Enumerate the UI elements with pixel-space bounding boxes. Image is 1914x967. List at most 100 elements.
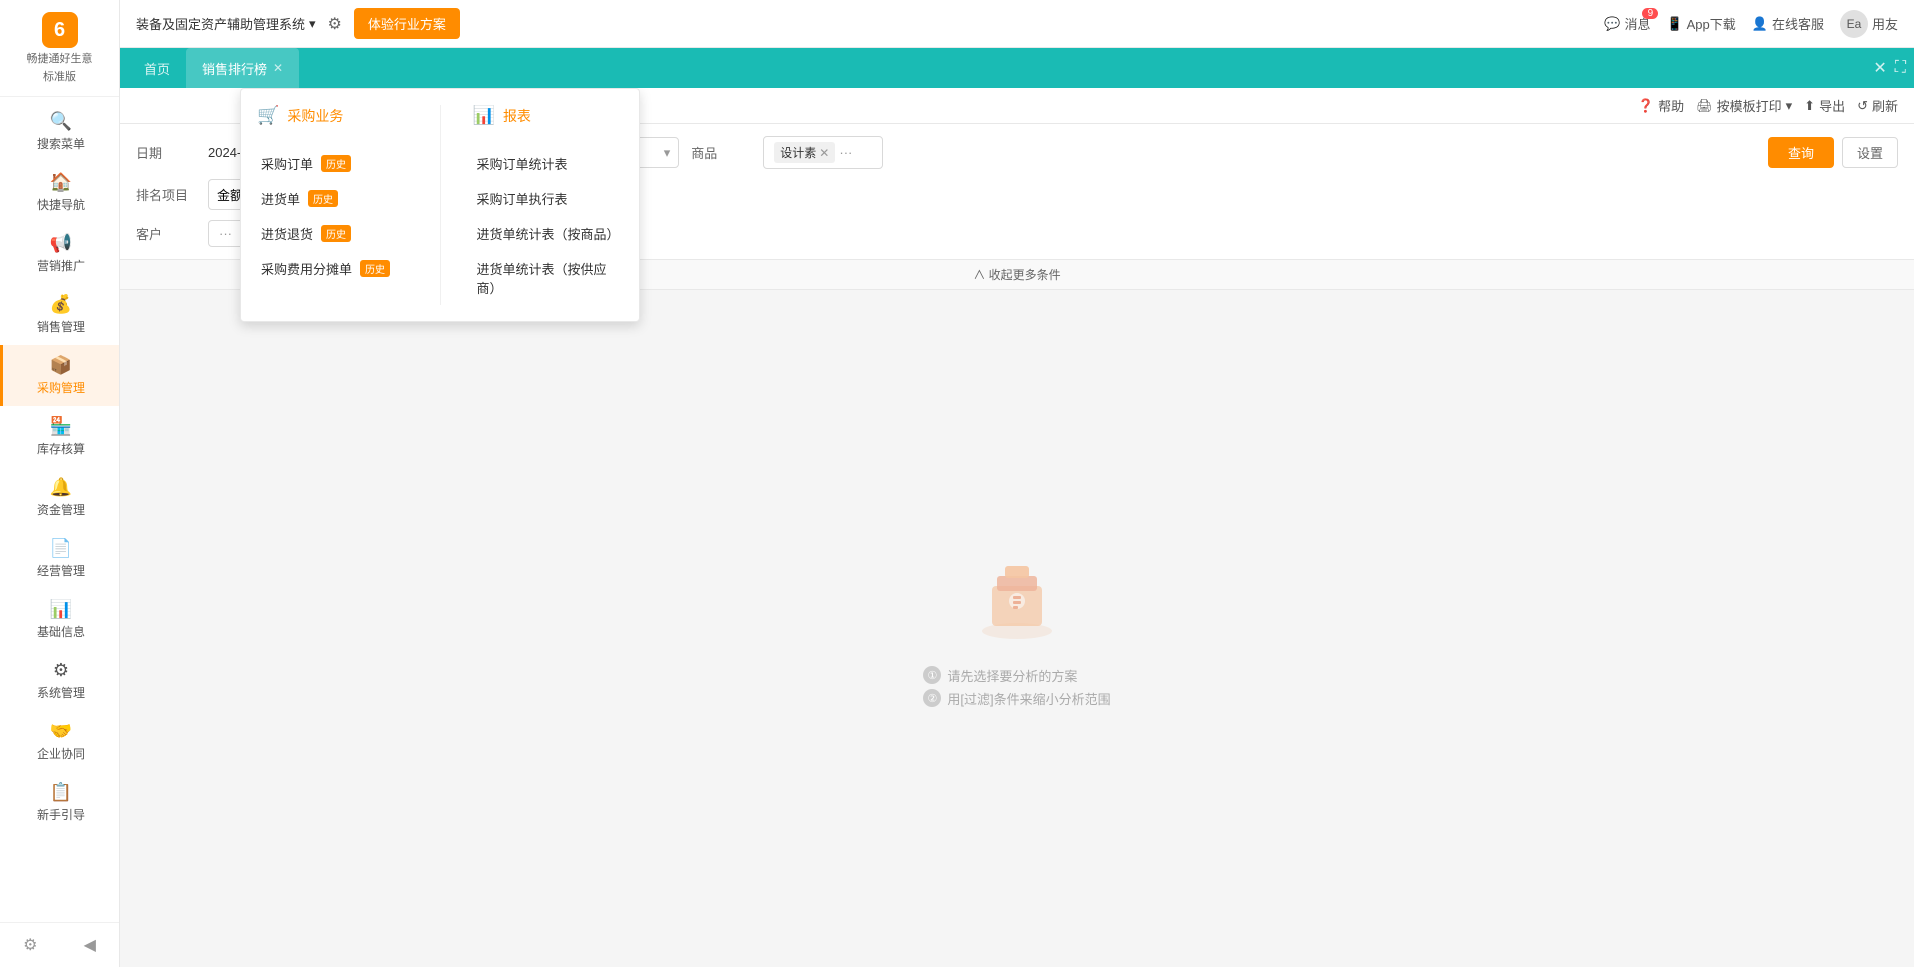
tab-close-icon[interactable]: ✕ xyxy=(273,61,283,75)
date-filter-label: 日期 xyxy=(136,143,196,162)
gear-icon: ⚙ xyxy=(53,660,69,681)
purchase-section-label: 采购业务 xyxy=(287,106,343,126)
menu-item-return[interactable]: 进货退货 历史 xyxy=(257,216,408,251)
sidebar-item-guide[interactable]: 📋 新手引导 xyxy=(0,772,119,833)
purchase-order-label: 采购订单 xyxy=(261,154,313,173)
menu-item-inbound-stat-supplier[interactable]: 进货单统计表（按供应商） xyxy=(473,251,624,305)
customer-label: 客户 xyxy=(136,224,196,243)
clipboard-icon: 📋 xyxy=(50,782,72,803)
tab-bar-right: ✕ ⛶ xyxy=(1873,58,1906,78)
refresh-label: 刷新 xyxy=(1872,96,1898,115)
top-header: 装备及固定资产辅助管理系统 ▾ ⚙ 体验行业方案 💬 消息 9 📱 App下载 … xyxy=(120,0,1914,48)
export-btn[interactable]: ⬆ 导出 xyxy=(1804,96,1845,115)
goods-input[interactable]: 设计素 ✕ ··· xyxy=(763,136,883,169)
sidebar-item-label: 经营管理 xyxy=(37,562,85,579)
sidebar-item-finance[interactable]: 🔔 资金管理 xyxy=(0,467,119,528)
sidebar-item-marketing[interactable]: 📢 营销推广 xyxy=(0,223,119,284)
filter-actions: 查询 设置 xyxy=(1768,137,1898,168)
sidebar-item-label: 新手引导 xyxy=(37,806,85,823)
footer-settings-icon[interactable]: ⚙ xyxy=(23,935,37,955)
logo-icon: 6 xyxy=(42,12,78,48)
message-btn[interactable]: 💬 消息 9 xyxy=(1604,14,1650,33)
tab-bar: 首页 销售排行榜 ✕ ✕ ⛶ xyxy=(120,48,1914,88)
app-download-btn[interactable]: 📱 App下载 xyxy=(1666,14,1735,33)
store-icon: 🏪 xyxy=(50,416,72,437)
print-btn[interactable]: 🖨 按模板打印 ▾ xyxy=(1696,96,1792,115)
empty-tips: ① 请先选择要分析的方案 ② 用[过滤]条件来缩小分析范围 xyxy=(923,662,1110,712)
inbound-stat-goods-label: 进货单统计表（按商品） xyxy=(477,224,620,243)
goods-label: 商品 xyxy=(691,143,751,162)
mobile-icon: 📱 xyxy=(1666,16,1682,32)
collapse-up-icon: ∧ xyxy=(973,268,985,282)
collapse-label: 收起更多条件 xyxy=(989,268,1061,282)
goods-tag-close-icon[interactable]: ✕ xyxy=(819,146,829,160)
menu-item-expense[interactable]: 采购费用分摊单 历史 xyxy=(257,251,408,286)
user-btn[interactable]: Ea 用友 xyxy=(1840,10,1898,38)
tip-text-1: 请先选择要分析的方案 xyxy=(947,666,1077,685)
industry-btn[interactable]: 体验行业方案 xyxy=(354,8,460,39)
sidebar-nav: 🔍 搜索菜单 🏠 快捷导航 📢 营销推广 💰 销售管理 📦 采购管理 🏪 库存核… xyxy=(0,97,119,922)
tab-home[interactable]: 首页 xyxy=(128,48,186,88)
empty-state: ① 请先选择要分析的方案 ② 用[过滤]条件来缩小分析范围 xyxy=(120,290,1914,967)
sidebar-item-label: 营销推广 xyxy=(37,257,85,274)
sidebar-item-sales[interactable]: 💰 销售管理 xyxy=(0,284,119,345)
sidebar-item-system[interactable]: ⚙ 系统管理 xyxy=(0,650,119,711)
header-right: 💬 消息 9 📱 App下载 👤 在线客服 Ea 用友 xyxy=(1604,10,1898,38)
print-label: 按模板打印 xyxy=(1717,96,1782,115)
return-badge: 历史 xyxy=(321,225,351,242)
order-status-arrow-icon: ▾ xyxy=(664,145,671,161)
online-service-btn[interactable]: 👤 在线客服 xyxy=(1752,14,1824,33)
report-section-label: 报表 xyxy=(503,106,531,126)
sidebar-item-label: 企业协同 xyxy=(37,745,85,762)
sidebar-item-cooperation[interactable]: 🤝 企业协同 xyxy=(0,711,119,772)
sidebar-item-operations[interactable]: 📄 经营管理 xyxy=(0,528,119,589)
sidebar-item-label: 销售管理 xyxy=(37,318,85,335)
sidebar-item-inventory[interactable]: 🏪 库存核算 xyxy=(0,406,119,467)
content-area: ❓ 帮助 🖨 按模板打印 ▾ ⬆ 导出 ↺ 刷新 xyxy=(120,88,1914,967)
tab-sales-rank[interactable]: 销售排行榜 ✕ xyxy=(186,48,299,88)
menu-item-purchase-order-exec[interactable]: 采购订单执行表 xyxy=(473,181,624,216)
customer-dots: ··· xyxy=(219,226,232,241)
service-icon: 👤 xyxy=(1752,16,1768,32)
refresh-btn[interactable]: ↺ 刷新 xyxy=(1857,96,1898,115)
system-title-dropdown[interactable]: 装备及固定资产辅助管理系统 ▾ xyxy=(136,14,316,33)
query-button[interactable]: 查询 xyxy=(1768,137,1834,168)
menu-item-inbound-stat-goods[interactable]: 进货单统计表（按商品） xyxy=(473,216,624,251)
sidebar-footer: ⚙ ◀ xyxy=(0,922,119,967)
money-icon: 💰 xyxy=(50,294,72,315)
tab-sales-rank-label: 销售排行榜 xyxy=(202,59,267,78)
handshake-icon: 🤝 xyxy=(50,721,72,742)
settings-button[interactable]: 设置 xyxy=(1842,137,1898,168)
return-label: 进货退货 xyxy=(261,224,313,243)
footer-collapse-icon[interactable]: ◀ xyxy=(84,935,96,955)
purchase-order-badge: 历史 xyxy=(321,155,351,172)
inbound-badge: 历史 xyxy=(308,190,338,207)
menu-item-inbound[interactable]: 进货单 历史 xyxy=(257,181,408,216)
tab-home-label: 首页 xyxy=(144,59,170,78)
sidebar-item-label: 快捷导航 xyxy=(37,196,85,213)
inbound-stat-supplier-label: 进货单统计表（按供应商） xyxy=(477,259,620,297)
window-expand-icon[interactable]: ⛶ xyxy=(1895,59,1906,77)
header-settings-icon[interactable]: ⚙ xyxy=(328,14,342,34)
window-close-icon[interactable]: ✕ xyxy=(1873,58,1886,78)
help-btn[interactable]: ❓ 帮助 xyxy=(1638,96,1684,115)
sidebar-item-quicknav[interactable]: 🏠 快捷导航 xyxy=(0,162,119,223)
goods-more-icon[interactable]: ··· xyxy=(839,145,852,160)
sidebar-item-label: 采购管理 xyxy=(37,379,85,396)
sidebar-item-search[interactable]: 🔍 搜索菜单 xyxy=(0,101,119,162)
tip-text-2: 用[过滤]条件来缩小分析范围 xyxy=(947,689,1110,708)
main-container: 装备及固定资产辅助管理系统 ▾ ⚙ 体验行业方案 💬 消息 9 📱 App下载 … xyxy=(120,0,1914,967)
box-icon: 📦 xyxy=(50,355,72,376)
sidebar-item-purchase[interactable]: 📦 采购管理 xyxy=(0,345,119,406)
report-section-title: 📊 报表 xyxy=(473,105,624,134)
doc-icon: 📄 xyxy=(50,538,72,559)
purchase-section-title: 🛒 采购业务 xyxy=(257,105,408,134)
sidebar-item-basicinfo[interactable]: 📊 基础信息 xyxy=(0,589,119,650)
purchase-menu-section: 🛒 采购业务 采购订单 历史 进货单 历史 进货退货 历史 采购费用分摊单 xyxy=(257,105,408,305)
purchase-order-exec-label: 采购订单执行表 xyxy=(477,189,568,208)
empty-illustration xyxy=(967,546,1067,646)
menu-item-purchase-order[interactable]: 采购订单 历史 xyxy=(257,146,408,181)
menu-item-purchase-order-stat[interactable]: 采购订单统计表 xyxy=(473,146,624,181)
export-icon: ⬆ xyxy=(1804,98,1815,114)
help-label: 帮助 xyxy=(1658,96,1684,115)
